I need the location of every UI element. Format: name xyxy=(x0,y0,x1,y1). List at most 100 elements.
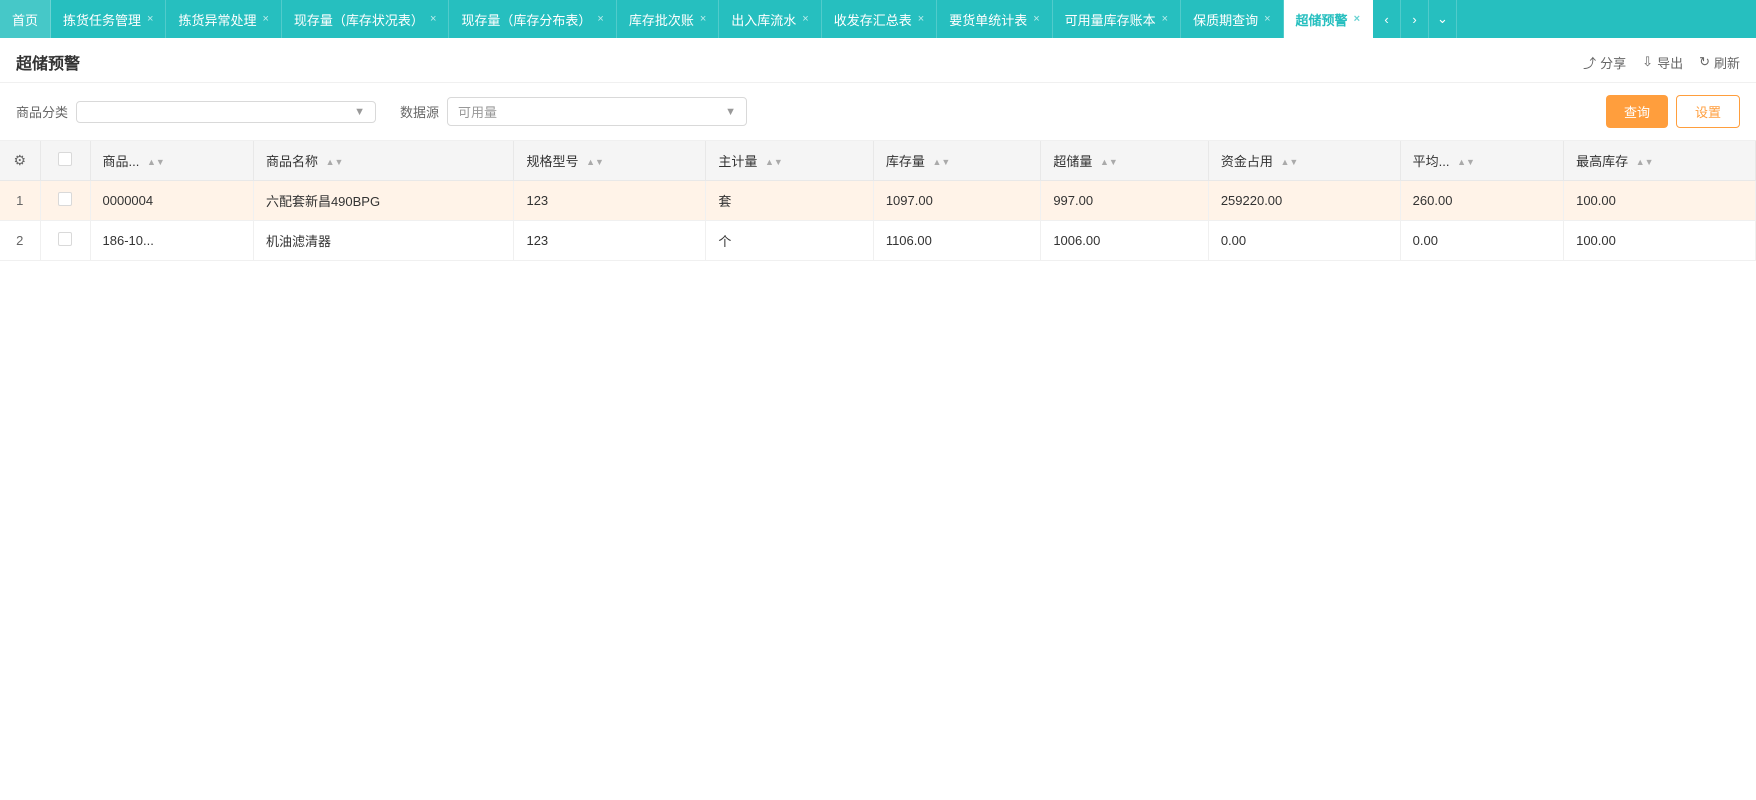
sort-icon: ▲▼ xyxy=(932,158,950,167)
nav-item-overstock[interactable]: 超储预警 × xyxy=(1284,0,1373,38)
row-checkbox[interactable] xyxy=(58,192,72,206)
close-icon[interactable]: × xyxy=(262,13,268,25)
cell-overstock: 1006.00 xyxy=(1041,221,1209,261)
export-button[interactable]: ⇩ 导出 xyxy=(1642,53,1683,72)
col-unit[interactable]: 主计量 ▲▼ xyxy=(706,141,874,181)
nav-next-arrow[interactable]: › xyxy=(1401,0,1429,38)
filter-bar: 商品分类 ▼ 数据源 可用量 ▼ 查询 设置 xyxy=(0,83,1756,141)
close-icon[interactable]: × xyxy=(1264,13,1270,25)
table-row: 2 186-10... 机油滤清器 123 个 1106.00 1006.00 … xyxy=(0,221,1756,261)
page-title: 超储预警 xyxy=(16,50,80,74)
nav-menu-arrow[interactable]: ⌄ xyxy=(1429,0,1457,38)
datasource-label: 数据源 xyxy=(400,102,439,121)
table-body: 1 0000004 六配套新昌490BPG 123 套 1097.00 997.… xyxy=(0,181,1756,261)
data-table: ⚙ 商品... ▲▼ 商品名称 ▲▼ 规格型号 ▲▼ xyxy=(0,141,1756,261)
category-select[interactable]: ▼ xyxy=(76,101,376,123)
nav-item-order-stats[interactable]: 要货单统计表 × xyxy=(937,0,1052,38)
table-row: 1 0000004 六配套新昌490BPG 123 套 1097.00 997.… xyxy=(0,181,1756,221)
chevron-down-icon: ▼ xyxy=(725,106,736,118)
col-product-code[interactable]: 商品... ▲▼ xyxy=(90,141,253,181)
cell-unit: 个 xyxy=(706,221,874,261)
sort-icon: ▲▼ xyxy=(147,158,165,167)
gear-icon[interactable]: ⚙ xyxy=(13,152,26,169)
nav-item-available[interactable]: 可用量库存账本 × xyxy=(1053,0,1181,38)
cell-overstock: 997.00 xyxy=(1041,181,1209,221)
refresh-button[interactable]: ↻ 刷新 xyxy=(1699,53,1740,72)
nav-item-quality[interactable]: 保质期查询 × xyxy=(1181,0,1283,38)
cell-product-name: 六配套新昌490BPG xyxy=(253,181,514,221)
cell-capital: 259220.00 xyxy=(1208,181,1400,221)
col-avg[interactable]: 平均... ▲▼ xyxy=(1400,141,1563,181)
cell-index: 1 xyxy=(0,181,40,221)
datasource-select[interactable]: 可用量 ▼ xyxy=(447,97,747,126)
sort-icon: ▲▼ xyxy=(1457,158,1475,167)
col-product-name[interactable]: 商品名称 ▲▼ xyxy=(253,141,514,181)
sort-icon: ▲▼ xyxy=(765,158,783,167)
col-overstock[interactable]: 超储量 ▲▼ xyxy=(1041,141,1209,181)
nav-item-home[interactable]: 首页 xyxy=(0,0,51,38)
cell-index: 2 xyxy=(0,221,40,261)
nav-item-flow[interactable]: 出入库流水 × xyxy=(719,0,821,38)
close-icon[interactable]: × xyxy=(1162,13,1168,25)
cell-capital: 0.00 xyxy=(1208,221,1400,261)
datasource-select-text: 可用量 xyxy=(458,102,497,121)
row-checkbox[interactable] xyxy=(58,232,72,246)
top-navigation: 首页 拣货任务管理 × 拣货异常处理 × 现存量（库存状况表） × 现存量（库存… xyxy=(0,0,1756,38)
page-container: 超储预警 ⤴ 分享 ⇩ 导出 ↻ 刷新 商品分类 ▼ 数据源 xyxy=(0,38,1756,800)
cell-product-code: 186-10... xyxy=(90,221,253,261)
sort-icon: ▲▼ xyxy=(326,158,344,167)
nav-item-stock-status[interactable]: 现存量（库存状况表） × xyxy=(282,0,449,38)
filter-actions: 查询 设置 xyxy=(1606,95,1740,128)
cell-checkbox xyxy=(40,221,90,261)
col-checkbox xyxy=(40,141,90,181)
cell-unit: 套 xyxy=(706,181,874,221)
close-icon[interactable]: × xyxy=(802,13,808,25)
sort-icon: ▲▼ xyxy=(586,158,604,167)
sort-icon: ▲▼ xyxy=(1100,158,1118,167)
query-button[interactable]: 查询 xyxy=(1606,95,1668,128)
close-icon[interactable]: × xyxy=(1033,13,1039,25)
cell-avg: 260.00 xyxy=(1400,181,1563,221)
share-icon: ⤴ xyxy=(1583,53,1596,72)
sort-icon: ▲▼ xyxy=(1636,158,1654,167)
col-settings: ⚙ xyxy=(0,141,40,181)
table-container: ⚙ 商品... ▲▼ 商品名称 ▲▼ 规格型号 ▲▼ xyxy=(0,141,1756,261)
nav-item-summary[interactable]: 收发存汇总表 × xyxy=(822,0,937,38)
close-icon[interactable]: × xyxy=(147,13,153,25)
close-icon[interactable]: × xyxy=(918,13,924,25)
close-icon[interactable]: × xyxy=(700,13,706,25)
cell-stock: 1097.00 xyxy=(873,181,1041,221)
nav-item-stock-dist[interactable]: 现存量（库存分布表） × xyxy=(449,0,616,38)
nav-item-pick-task[interactable]: 拣货任务管理 × xyxy=(51,0,166,38)
datasource-filter: 数据源 可用量 ▼ xyxy=(400,97,747,126)
close-icon[interactable]: × xyxy=(430,13,436,25)
col-stock[interactable]: 库存量 ▲▼ xyxy=(873,141,1041,181)
setting-button[interactable]: 设置 xyxy=(1676,95,1740,128)
chevron-down-icon: ▼ xyxy=(354,106,365,118)
col-max-stock[interactable]: 最高库存 ▲▼ xyxy=(1564,141,1756,181)
nav-item-batch[interactable]: 库存批次账 × xyxy=(617,0,719,38)
sort-icon: ▲▼ xyxy=(1280,158,1298,167)
table-header-row: ⚙ 商品... ▲▼ 商品名称 ▲▼ 规格型号 ▲▼ xyxy=(0,141,1756,181)
close-icon[interactable]: × xyxy=(1354,13,1360,25)
close-icon[interactable]: × xyxy=(597,13,603,25)
cell-stock: 1106.00 xyxy=(873,221,1041,261)
cell-spec: 123 xyxy=(514,221,706,261)
col-capital[interactable]: 资金占用 ▲▼ xyxy=(1208,141,1400,181)
cell-avg: 0.00 xyxy=(1400,221,1563,261)
cell-product-name: 机油滤清器 xyxy=(253,221,514,261)
share-button[interactable]: ⤴ 分享 xyxy=(1583,53,1626,72)
select-all-checkbox[interactable] xyxy=(58,152,72,166)
page-header: 超储预警 ⤴ 分享 ⇩ 导出 ↻ 刷新 xyxy=(0,38,1756,83)
col-spec[interactable]: 规格型号 ▲▼ xyxy=(514,141,706,181)
cell-checkbox xyxy=(40,181,90,221)
category-label: 商品分类 xyxy=(16,102,68,121)
nav-prev-arrow[interactable]: ‹ xyxy=(1373,0,1401,38)
nav-item-pick-abnormal[interactable]: 拣货异常处理 × xyxy=(166,0,281,38)
cell-max-stock: 100.00 xyxy=(1564,181,1756,221)
export-icon: ⇩ xyxy=(1642,54,1653,70)
category-filter: 商品分类 ▼ xyxy=(16,101,376,123)
cell-spec: 123 xyxy=(514,181,706,221)
header-actions: ⤴ 分享 ⇩ 导出 ↻ 刷新 xyxy=(1583,53,1740,72)
cell-product-code: 0000004 xyxy=(90,181,253,221)
